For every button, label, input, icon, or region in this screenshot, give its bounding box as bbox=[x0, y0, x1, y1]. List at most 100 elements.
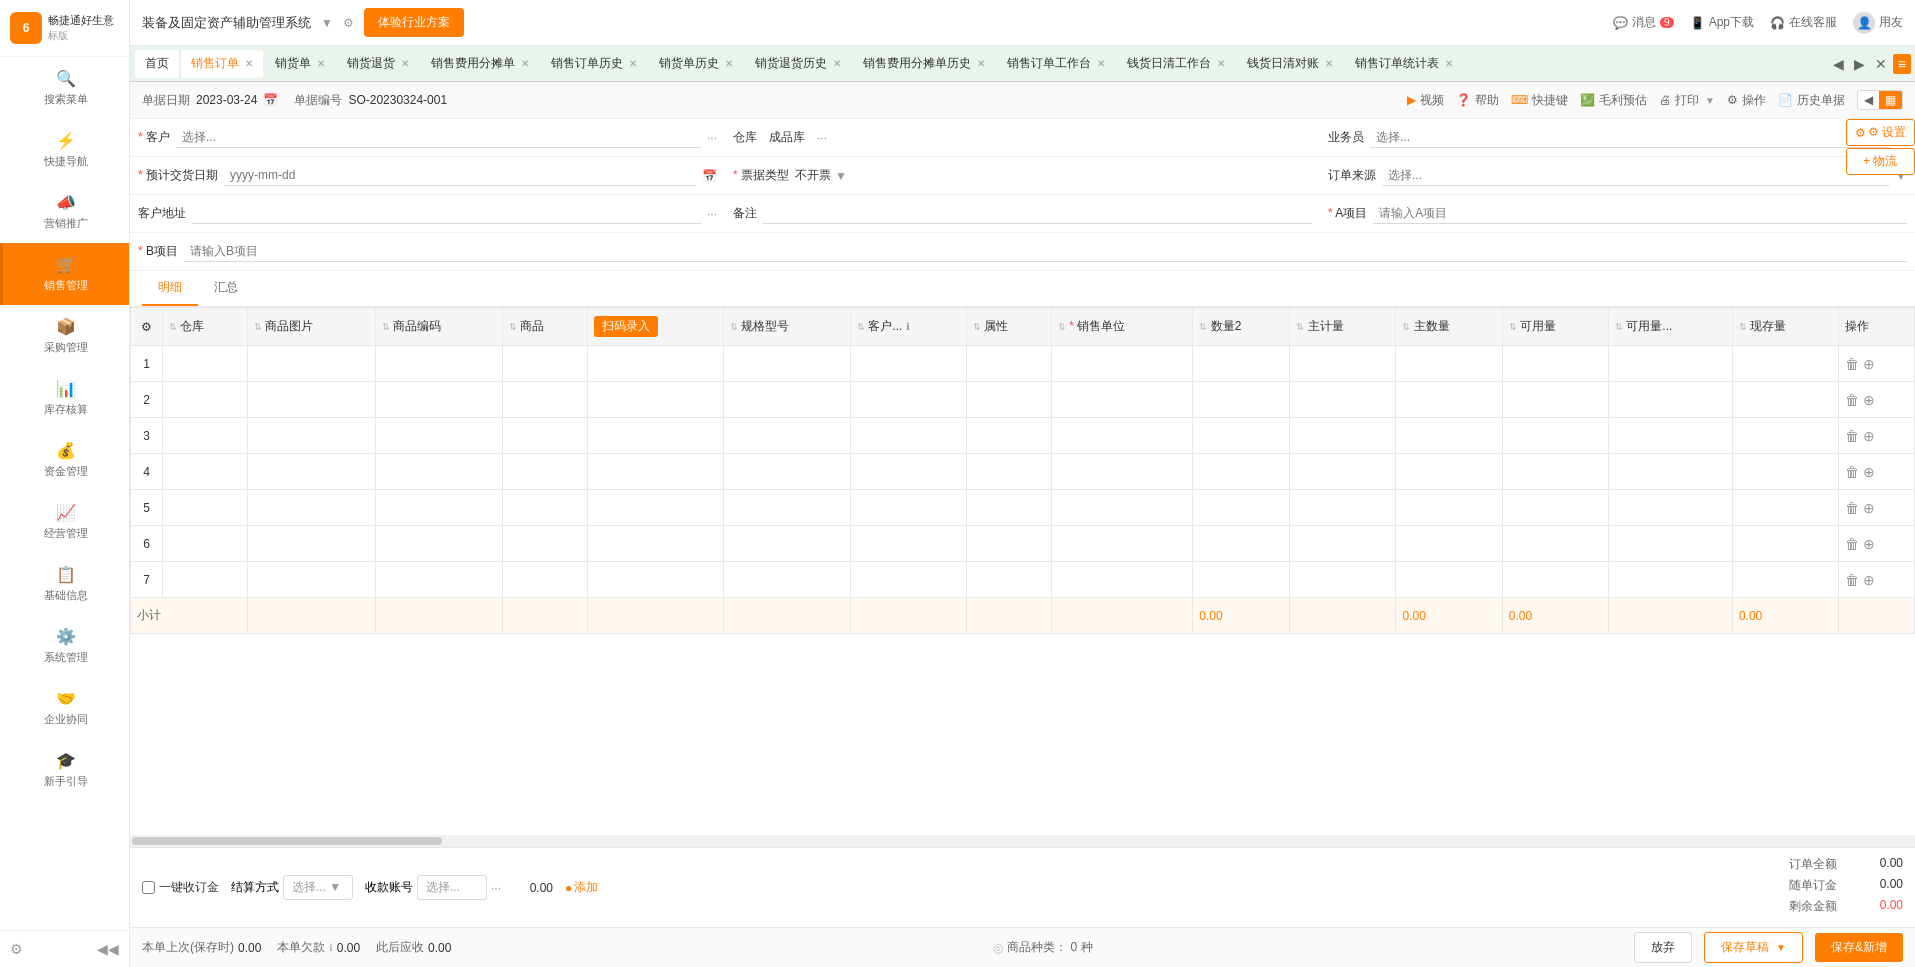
row-spec[interactable] bbox=[723, 562, 850, 598]
sidebar-item-search[interactable]: 🔍 搜索菜单 bbox=[0, 57, 129, 119]
tab-sales-order[interactable]: 销售订单 ✕ bbox=[181, 50, 263, 78]
row-unit[interactable] bbox=[1051, 418, 1193, 454]
tab-close-icon[interactable]: ✕ bbox=[1325, 58, 1333, 69]
row-delete-button[interactable]: 🗑 bbox=[1845, 428, 1859, 444]
row-main-qty[interactable] bbox=[1396, 526, 1502, 562]
row-copy-button[interactable]: ⊕ bbox=[1863, 356, 1875, 372]
tab-close-icon[interactable]: ✕ bbox=[1217, 58, 1225, 69]
date-value[interactable]: 2023-03-24 bbox=[196, 93, 257, 107]
tab-cash-workbench[interactable]: 钱货日清工作台 ✕ bbox=[1117, 50, 1235, 78]
address-picker-icon[interactable]: ··· bbox=[707, 207, 717, 221]
row-unit[interactable] bbox=[1051, 562, 1193, 598]
row-product[interactable] bbox=[502, 526, 587, 562]
tab-next-button[interactable]: ▶ bbox=[1850, 54, 1869, 74]
row-customer-no[interactable] bbox=[851, 490, 967, 526]
tab-cash-reconcile[interactable]: 钱货日清对账 ✕ bbox=[1237, 50, 1343, 78]
list-view-btn[interactable]: ◀ bbox=[1858, 91, 1879, 109]
order-source-input[interactable] bbox=[1382, 165, 1889, 186]
b-project-input[interactable] bbox=[184, 241, 1907, 262]
row-delete-button[interactable]: 🗑 bbox=[1845, 536, 1859, 552]
sidebar-item-nav[interactable]: ⚡ 快捷导航 bbox=[0, 119, 129, 181]
tab-close-icon[interactable]: ✕ bbox=[977, 58, 985, 69]
customer-input[interactable] bbox=[176, 127, 701, 148]
row-main-unit[interactable] bbox=[1290, 382, 1396, 418]
row-attribute[interactable] bbox=[966, 418, 1051, 454]
topbar-dropdown-icon[interactable]: ▼ bbox=[321, 16, 333, 30]
row-customer-no[interactable] bbox=[851, 346, 967, 382]
shortcut-action[interactable]: ⌨ 快捷键 bbox=[1511, 92, 1568, 109]
payment-method-select[interactable]: 结算方式 选择... ▼ bbox=[231, 875, 353, 900]
tab-expand-button[interactable]: ✕ bbox=[1871, 54, 1891, 74]
settings-bottom-icon[interactable]: ⚙ bbox=[10, 941, 23, 957]
row-delete-button[interactable]: 🗑 bbox=[1845, 572, 1859, 588]
tab-close-icon[interactable]: ✕ bbox=[1445, 58, 1453, 69]
row-spec[interactable] bbox=[723, 418, 850, 454]
calendar-icon[interactable]: 📅 bbox=[263, 93, 278, 107]
row-copy-button[interactable]: ⊕ bbox=[1863, 572, 1875, 588]
detail-tab-detail[interactable]: 明细 bbox=[142, 271, 198, 306]
row-qty2[interactable] bbox=[1193, 562, 1290, 598]
message-button[interactable]: 💬 消息 9 bbox=[1613, 14, 1674, 31]
row-qty2[interactable] bbox=[1193, 346, 1290, 382]
row-delete-button[interactable]: 🗑 bbox=[1845, 392, 1859, 408]
row-code[interactable] bbox=[375, 526, 502, 562]
sidebar-item-purchase[interactable]: 📦 采购管理 bbox=[0, 305, 129, 367]
print-action[interactable]: 🖨 打印 ▼ bbox=[1659, 92, 1715, 109]
tab-close-icon[interactable]: ✕ bbox=[317, 58, 325, 69]
row-warehouse[interactable] bbox=[163, 490, 248, 526]
history-action[interactable]: 📄 历史单据 bbox=[1778, 92, 1845, 109]
a-project-input[interactable] bbox=[1373, 203, 1907, 224]
row-attribute[interactable] bbox=[966, 382, 1051, 418]
row-main-qty[interactable] bbox=[1396, 418, 1502, 454]
row-spec[interactable] bbox=[723, 526, 850, 562]
print-dropdown-icon[interactable]: ▼ bbox=[1705, 95, 1715, 106]
grid-view-btn[interactable]: ▦ bbox=[1879, 91, 1902, 109]
row-main-unit[interactable] bbox=[1290, 418, 1396, 454]
row-customer-no[interactable] bbox=[851, 526, 967, 562]
add-logistics-button[interactable]: + 物流 bbox=[1846, 148, 1915, 175]
row-warehouse[interactable] bbox=[163, 382, 248, 418]
salesperson-input[interactable] bbox=[1370, 127, 1891, 148]
delivery-input[interactable] bbox=[224, 165, 696, 186]
row-customer-no[interactable] bbox=[851, 418, 967, 454]
tab-close-icon[interactable]: ✕ bbox=[1097, 58, 1105, 69]
row-qty2[interactable] bbox=[1193, 526, 1290, 562]
th-unit[interactable]: ⇅ * 销售单位 bbox=[1051, 308, 1193, 346]
tab-prev-button[interactable]: ◀ bbox=[1829, 54, 1848, 74]
row-unit[interactable] bbox=[1051, 346, 1193, 382]
tab-close-icon[interactable]: ✕ bbox=[833, 58, 841, 69]
sidebar-item-inventory[interactable]: 📊 库存核算 bbox=[0, 367, 129, 429]
sidebar-item-operations[interactable]: 📈 经营管理 bbox=[0, 491, 129, 553]
sidebar-item-system[interactable]: ⚙️ 系统管理 bbox=[0, 615, 129, 677]
user-menu-button[interactable]: 👤 用友 bbox=[1853, 12, 1903, 34]
row-unit[interactable] bbox=[1051, 526, 1193, 562]
row-product[interactable] bbox=[502, 562, 587, 598]
tab-close-icon[interactable]: ✕ bbox=[725, 58, 733, 69]
amount-value[interactable]: 0.00 bbox=[513, 881, 553, 895]
tab-order-history[interactable]: 销售订单历史 ✕ bbox=[541, 50, 647, 78]
quick-checkout-input[interactable] bbox=[142, 881, 155, 894]
save-draft-dropdown-icon[interactable]: ▼ bbox=[1776, 942, 1786, 953]
th-spec[interactable]: ⇅ 规格型号 bbox=[723, 308, 850, 346]
row-copy-button[interactable]: ⊕ bbox=[1863, 464, 1875, 480]
row-main-unit[interactable] bbox=[1290, 454, 1396, 490]
row-code[interactable] bbox=[375, 490, 502, 526]
horizontal-scrollbar[interactable] bbox=[130, 835, 1915, 847]
tab-sales-invoice[interactable]: 销货单 ✕ bbox=[265, 50, 335, 78]
row-attribute[interactable] bbox=[966, 562, 1051, 598]
th-product[interactable]: ⇅ 商品 bbox=[502, 308, 587, 346]
row-main-qty[interactable] bbox=[1396, 346, 1502, 382]
tab-home[interactable]: 首页 bbox=[135, 50, 179, 78]
tab-return-history[interactable]: 销货退货历史 ✕ bbox=[745, 50, 851, 78]
row-main-qty[interactable] bbox=[1396, 454, 1502, 490]
row-warehouse[interactable] bbox=[163, 526, 248, 562]
tab-more-button[interactable]: ≡ bbox=[1893, 54, 1911, 74]
th-stock[interactable]: ⇅ 现存量 bbox=[1732, 308, 1838, 346]
row-product[interactable] bbox=[502, 418, 587, 454]
row-code[interactable] bbox=[375, 346, 502, 382]
customer-picker-icon[interactable]: ··· bbox=[707, 131, 717, 145]
row-customer-no[interactable] bbox=[851, 562, 967, 598]
row-attribute[interactable] bbox=[966, 346, 1051, 382]
th-qty2[interactable]: ⇅ 数量2 bbox=[1193, 308, 1290, 346]
sidebar-item-finance[interactable]: 💰 资金管理 bbox=[0, 429, 129, 491]
